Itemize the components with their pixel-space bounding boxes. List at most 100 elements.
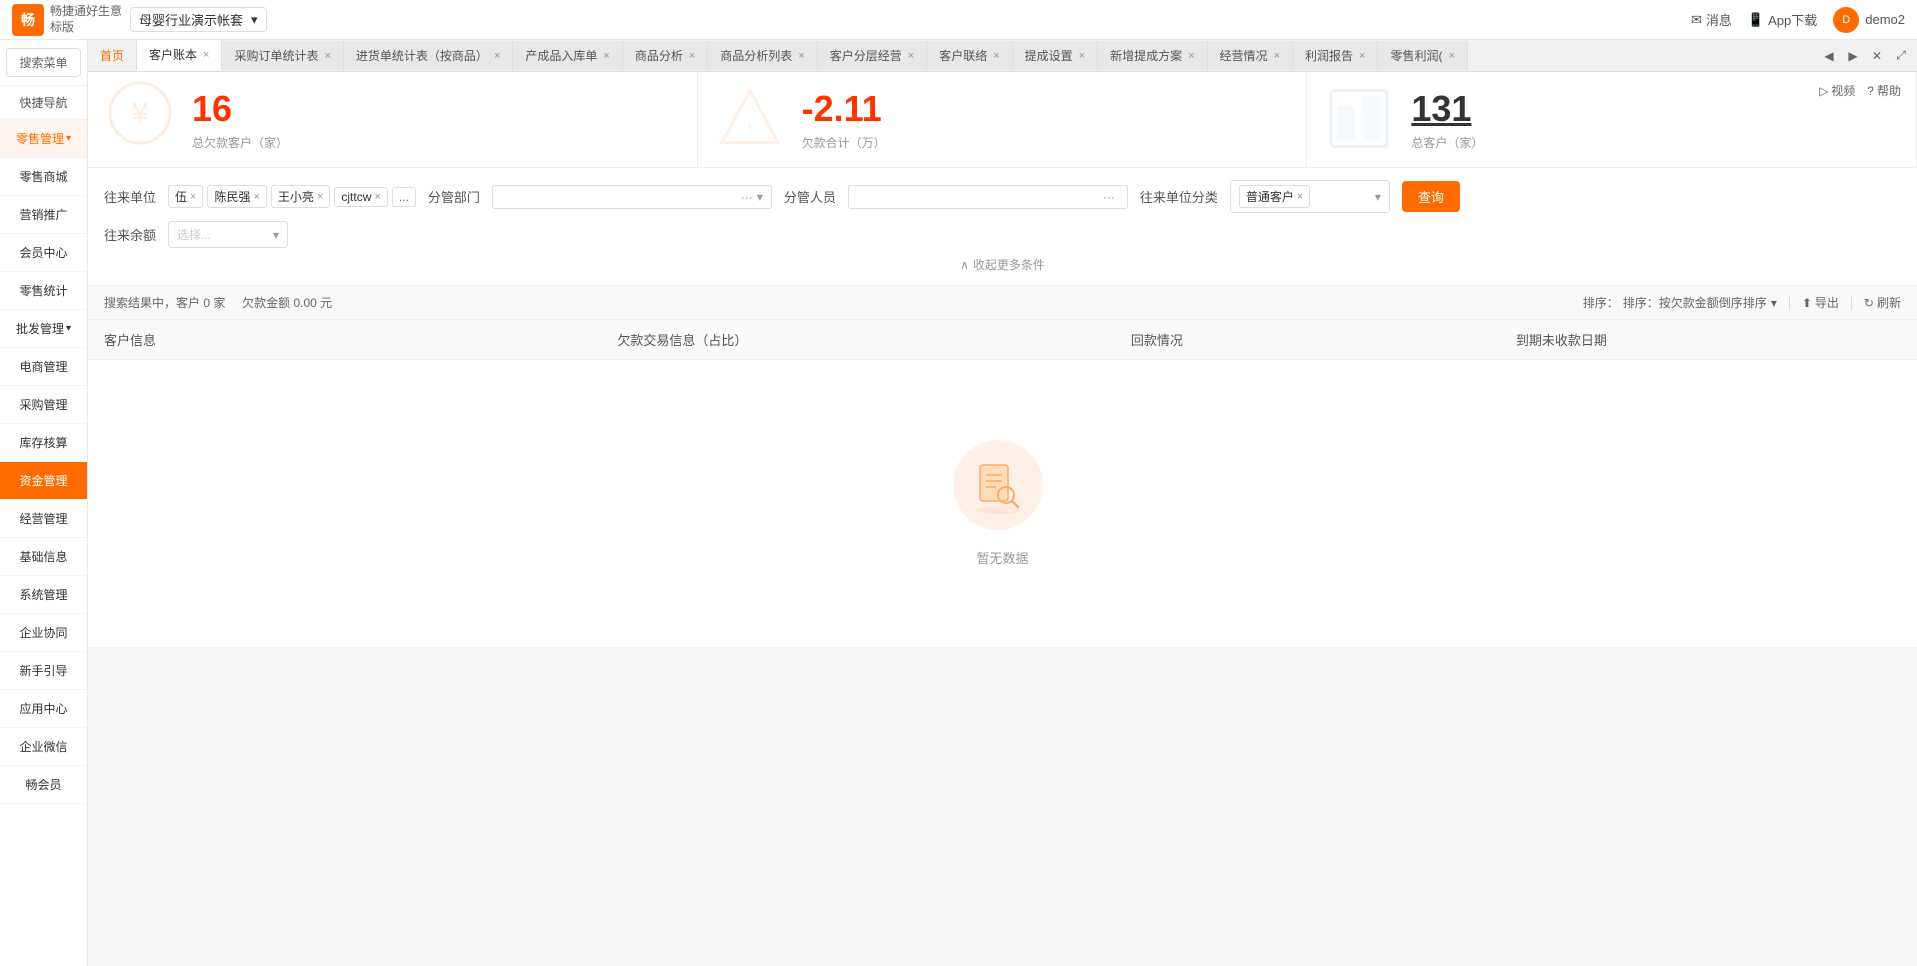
sort-selector[interactable]: 排序： 排序：按欠款金额倒序排序 ▾ [1583,294,1777,311]
close-tab-contact[interactable]: × [993,50,999,62]
remove-tag-chen[interactable]: × [253,191,259,203]
sidebar-item-capital[interactable]: 资金管理 [0,462,87,500]
chevron-sort: ▾ [1771,296,1777,310]
export-icon: ⬆ [1802,296,1812,310]
sidebar-item-retail-mgmt[interactable]: 零售管理 ▾ [0,120,87,158]
tab-suggest-settings[interactable]: 提成设置 × [1013,41,1098,70]
sidebar-item-new-guide[interactable]: 新手引导 [0,652,87,690]
message-btn[interactable]: ✉ 消息 [1691,10,1732,29]
chevron-icon: ▾ [66,133,71,144]
sidebar-item-ecommerce[interactable]: 电商管理 [0,348,87,386]
tab-close-all-btn[interactable]: ✕ [1867,46,1887,66]
close-tab-product-analysis[interactable]: × [689,50,695,62]
results-info: 搜索结果中，客户 0 家 欠款金额 0.00 元 [104,294,332,311]
table-area: 客户信息 欠款交易信息（占比） 回款情况 到期未收款日期 [88,320,1917,647]
sidebar-item-marketing[interactable]: 营销推广 [0,196,87,234]
close-tab-production[interactable]: × [603,50,609,62]
sidebar-item-purchase[interactable]: 采购管理 [0,386,87,424]
stat2-value: -2.11 [802,88,886,130]
dept-input[interactable]: ··· ▾ [492,185,772,209]
close-tab-product-list[interactable]: × [798,50,804,62]
tab-business-status[interactable]: 经营情况 × [1208,41,1293,70]
sidebar-item-member-center[interactable]: 会员中心 [0,234,87,272]
stat2-text: -2.11 欠款合计（万） [802,88,886,151]
tab-next-btn[interactable]: ▶ [1843,46,1863,66]
sidebar-item-basic-info[interactable]: 基础信息 [0,538,87,576]
unit-type-select[interactable]: 普通客户 × ▾ [1230,180,1390,213]
tab-instock-stats[interactable]: 进货单统计表（按商品） × [344,41,513,70]
sidebar-item-app-center[interactable]: 应用中心 [0,690,87,728]
sidebar-item-retail-mall[interactable]: 零售商城 [0,158,87,196]
chevron-dept: ▾ [757,190,763,204]
close-tab-customer-book[interactable]: × [203,49,209,61]
remove-tag-wu[interactable]: × [190,191,196,203]
sort-label-text: 排序：按欠款金额倒序排序 [1623,294,1767,311]
quick-nav-btn[interactable]: 快捷导航 [0,86,87,120]
export-btn[interactable]: ⬆ 导出 [1802,294,1839,311]
avatar: D [1833,7,1859,33]
sidebar-item-operation[interactable]: 经营管理 [0,500,87,538]
tab-customer-book[interactable]: 客户账本 × [137,40,222,71]
stat3-text: 131 总客户（家） [1411,88,1483,151]
username-label: demo2 [1865,12,1905,27]
close-tab-profit[interactable]: × [1359,50,1365,62]
tab-retail-profit[interactable]: 零售利润( × [1378,41,1467,70]
remove-tag-cjttcw[interactable]: × [374,191,380,203]
sidebar-search-area: 搜索菜单 [0,40,87,86]
sidebar-item-vip-member[interactable]: 畅会员 [0,766,87,804]
divider [1789,296,1790,310]
balance-select[interactable]: 选择... ▾ [168,221,288,248]
tab-expand-btn[interactable]: ⤢ [1891,46,1911,66]
col-due-date: 到期未收款日期 [1516,330,1901,349]
tab-profit-report[interactable]: 利润报告 × [1293,41,1378,70]
dept-label: 分管部门 [428,187,480,206]
tab-product-analysis[interactable]: 商品分析 × [623,41,708,70]
page-actions: ▷ 视频 ? 帮助 [1819,82,1901,99]
person-input[interactable]: ··· [848,185,1128,209]
close-tab-suggest[interactable]: × [1079,50,1085,62]
results-actions: 排序： 排序：按欠款金额倒序排序 ▾ ⬆ 导出 ↻ 刷新 [1583,294,1901,311]
logo-text: 畅捷通好生意标版 [50,4,122,35]
filter-more-tags[interactable]: ... [392,187,416,207]
stats-area: ¥ 16 总欠款客户（家） ! [88,72,1917,168]
sidebar-item-system[interactable]: 系统管理 [0,576,87,614]
sidebar-item-enterprise[interactable]: 企业协同 [0,614,87,652]
search-menu-btn[interactable]: 搜索菜单 [6,48,81,77]
person-more-icon: ··· [1103,190,1115,204]
user-area[interactable]: D demo2 [1833,7,1905,33]
close-tab-purchase[interactable]: × [324,50,330,62]
close-tab-retail-profit[interactable]: × [1448,50,1454,62]
tab-product-analysis-list[interactable]: 商品分析列表 × [708,41,817,70]
close-tab-business[interactable]: × [1274,50,1280,62]
filter-tag-wang: 王小亮 × [271,185,330,208]
video-btn[interactable]: ▷ 视频 [1819,82,1855,99]
results-bar: 搜索结果中，客户 0 家 欠款金额 0.00 元 排序： 排序：按欠款金额倒序排… [88,286,1917,320]
close-tab-instock[interactable]: × [494,50,500,62]
sidebar-item-enterprise-wechat[interactable]: 企业微信 [0,728,87,766]
chevron-unit-type: ▾ [1375,190,1381,204]
help-btn[interactable]: ? 帮助 [1867,82,1901,99]
tab-production-instock[interactable]: 产成品入库单 × [513,41,622,70]
tab-home[interactable]: 首页 [88,41,137,70]
tab-new-suggest[interactable]: 新增提成方案 × [1098,41,1207,70]
remove-tag-normal[interactable]: × [1297,191,1303,203]
sidebar-item-wholesale-mgmt[interactable]: 批发管理 ▾ [0,310,87,348]
tab-customer-contact[interactable]: 客户联络 × [927,41,1012,70]
tab-customer-segment[interactable]: 客户分层经营 × [818,41,927,70]
app-download-btn[interactable]: 📱 App下载 [1748,10,1817,29]
close-tab-segment[interactable]: × [908,50,914,62]
remove-tag-wang[interactable]: × [317,191,323,203]
stat-bg-icon-1: ¥ [108,81,172,145]
tab-purchase-order[interactable]: 采购订单统计表 × [222,41,343,70]
query-btn[interactable]: 查询 [1402,181,1460,212]
sidebar-item-retail-stats[interactable]: 零售统计 [0,272,87,310]
collapse-btn[interactable]: ∧ 收起更多条件 [104,256,1901,273]
refresh-btn[interactable]: ↻ 刷新 [1864,294,1901,311]
empty-text: 暂无数据 [976,548,1028,567]
stat1-label: 总欠款客户（家） [192,134,288,151]
balance-label: 往来余额 [104,225,156,244]
tab-prev-btn[interactable]: ◀ [1819,46,1839,66]
sidebar-item-inventory[interactable]: 库存核算 [0,424,87,462]
store-selector[interactable]: 母婴行业演示帐套 ▾ [130,7,267,32]
close-tab-new-suggest[interactable]: × [1188,50,1194,62]
